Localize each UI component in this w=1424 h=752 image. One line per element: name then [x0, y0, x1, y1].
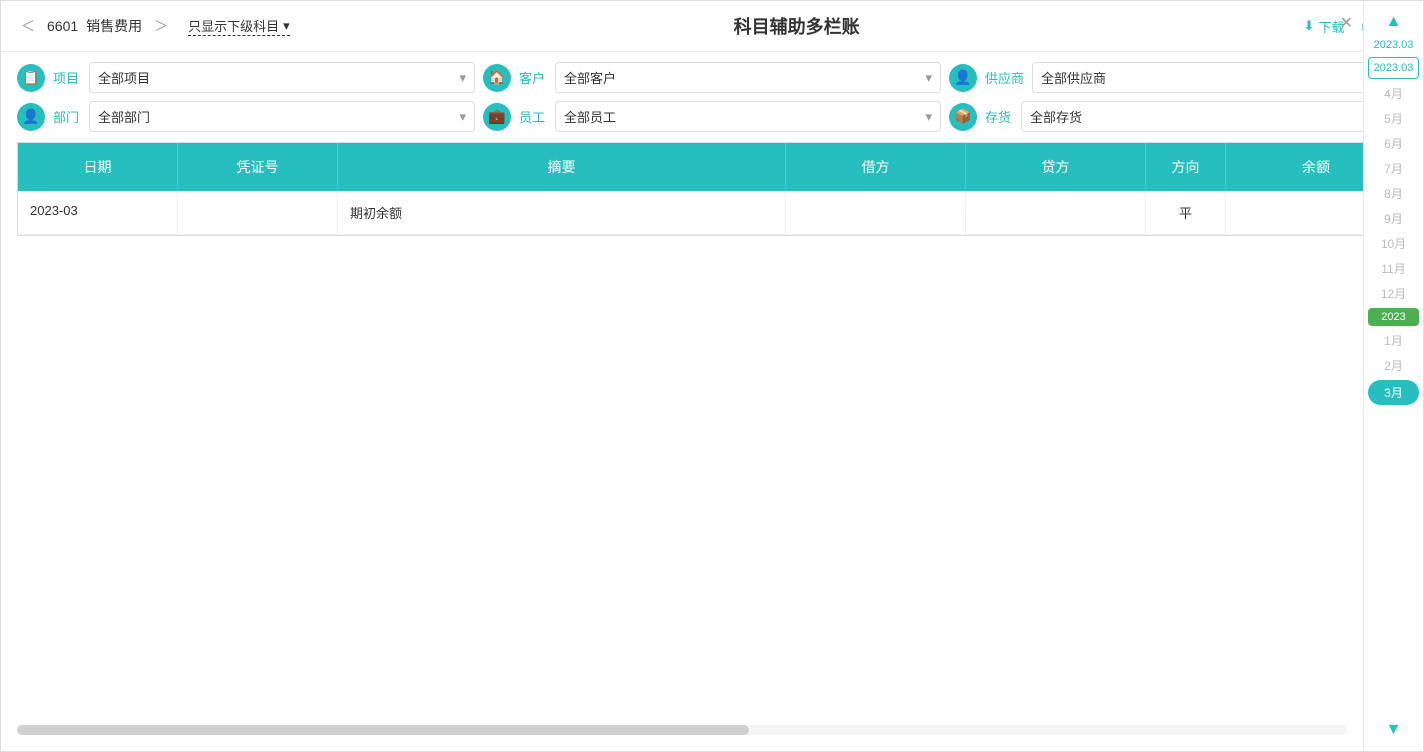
employee-icon: 💼 [483, 103, 511, 131]
show-sub-label: 只显示下级科目 [188, 16, 279, 35]
show-sub-button[interactable]: 只显示下级科目 ▾ [188, 16, 290, 36]
account-code: 6601 [47, 18, 78, 34]
employee-chevron-icon: ▾ [925, 109, 932, 125]
prev-account-button[interactable]: ＜ [17, 14, 39, 38]
close-button[interactable]: ✕ [1340, 13, 1353, 33]
inventory-select[interactable]: 全部存货 ▾ [1021, 101, 1407, 132]
col-credit: 贷方 [966, 143, 1146, 191]
sidebar-item-1[interactable]: 1月 [1364, 328, 1423, 353]
supplier-value: 全部供应商 [1041, 68, 1106, 87]
cell-date: 2023-03 [18, 191, 178, 234]
table-row: 2023-03 期初余额 平 [18, 191, 1406, 235]
cell-voucher [178, 191, 338, 234]
sidebar-item-12[interactable]: 12月 [1364, 281, 1423, 306]
customer-label: 客户 [519, 68, 547, 87]
employee-value: 全部员工 [564, 107, 616, 126]
col-voucher: 凭证号 [178, 143, 338, 191]
project-filter: 📋 项目 全部项目 ▾ [17, 62, 475, 93]
filters-panel: 📋 项目 全部项目 ▾ 🏠 客户 全部客户 ▾ 👤 供应商 全部供应商 ▾ [1, 52, 1423, 142]
supplier-label: 供应商 [985, 68, 1024, 87]
sidebar-item-9[interactable]: 9月 [1364, 206, 1423, 231]
sidebar-item-6[interactable]: 6月 [1364, 131, 1423, 156]
department-filter: 👤 部门 全部部门 ▾ [17, 101, 475, 132]
sidebar-item-8[interactable]: 8月 [1364, 181, 1423, 206]
table-container: 日期 凭证号 摘要 借方 贷方 方向 余额 2023-03 期初余额 平 [17, 142, 1407, 236]
sidebar-year-badge[interactable]: 2023 [1368, 308, 1419, 326]
right-sidebar: ▲ 2023.03 2023.03 4月 5月 6月 7月 8月 9月 10月 … [1363, 1, 1423, 751]
department-value: 全部部门 [98, 107, 150, 126]
account-name: 销售费用 [86, 16, 142, 36]
next-account-button[interactable]: ＞ [150, 14, 172, 38]
scrollbar-thumb [17, 725, 749, 735]
sidebar-item-2023-03-header[interactable]: 2023.03 [1364, 35, 1423, 55]
main-container: ＜ 6601 销售费用 ＞ 只显示下级科目 ▾ 科目辅助多栏账 ⬇ 下载 🖨 打… [0, 0, 1424, 752]
sidebar-item-7[interactable]: 7月 [1364, 156, 1423, 181]
sidebar-up-button[interactable]: ▲ [1382, 9, 1406, 35]
sidebar-item-5[interactable]: 5月 [1364, 106, 1423, 131]
department-label: 部门 [53, 107, 81, 126]
inventory-filter: 📦 存货 全部存货 ▾ [949, 101, 1407, 132]
project-label: 项目 [53, 68, 81, 87]
sidebar-item-10[interactable]: 10月 [1364, 231, 1423, 256]
project-icon: 📋 [17, 64, 45, 92]
customer-chevron-icon: ▾ [925, 70, 932, 86]
cell-summary: 期初余额 [338, 191, 786, 234]
col-direction: 方向 [1146, 143, 1226, 191]
cell-credit [966, 191, 1146, 234]
inventory-label: 存货 [985, 107, 1013, 126]
sidebar-item-2023-03[interactable]: 2023.03 [1368, 57, 1419, 79]
col-summary: 摘要 [338, 143, 786, 191]
department-select[interactable]: 全部部门 ▾ [89, 101, 475, 132]
col-debit: 借方 [786, 143, 966, 191]
inventory-icon: 📦 [949, 103, 977, 131]
sidebar-item-2[interactable]: 2月 [1364, 353, 1423, 378]
employee-filter: 💼 员工 全部员工 ▾ [483, 101, 941, 132]
col-date: 日期 [18, 143, 178, 191]
chevron-down-icon: ▾ [283, 18, 290, 34]
download-button[interactable]: ⬇ 下载 [1304, 17, 1345, 36]
table-body: 2023-03 期初余额 平 [18, 191, 1406, 235]
header: ＜ 6601 销售费用 ＞ 只显示下级科目 ▾ 科目辅助多栏账 ⬇ 下载 🖨 打… [1, 1, 1423, 52]
download-icon: ⬇ [1304, 18, 1315, 34]
supplier-icon: 👤 [949, 64, 977, 92]
table-header: 日期 凭证号 摘要 借方 贷方 方向 余额 [18, 143, 1406, 191]
page-title: 科目辅助多栏账 [298, 13, 1296, 39]
supplier-select[interactable]: 全部供应商 ▾ [1032, 62, 1407, 93]
employee-label: 员工 [519, 107, 547, 126]
inventory-value: 全部存货 [1030, 107, 1082, 126]
sidebar-item-4[interactable]: 4月 [1364, 81, 1423, 106]
sidebar-down-button[interactable]: ▼ [1382, 717, 1406, 743]
sidebar-item-3-highlighted[interactable]: 3月 [1368, 380, 1419, 405]
customer-filter: 🏠 客户 全部客户 ▾ [483, 62, 941, 93]
customer-icon: 🏠 [483, 64, 511, 92]
department-icon: 👤 [17, 103, 45, 131]
project-chevron-icon: ▾ [459, 70, 466, 86]
cell-debit [786, 191, 966, 234]
employee-select[interactable]: 全部员工 ▾ [555, 101, 941, 132]
project-value: 全部项目 [98, 68, 150, 87]
customer-select[interactable]: 全部客户 ▾ [555, 62, 941, 93]
cell-direction: 平 [1146, 191, 1226, 234]
project-select[interactable]: 全部项目 ▾ [89, 62, 475, 93]
supplier-filter: 👤 供应商 全部供应商 ▾ [949, 62, 1407, 93]
sidebar-item-11[interactable]: 11月 [1364, 256, 1423, 281]
customer-value: 全部客户 [564, 68, 616, 87]
horizontal-scrollbar[interactable] [17, 725, 1347, 735]
department-chevron-icon: ▾ [459, 109, 466, 125]
